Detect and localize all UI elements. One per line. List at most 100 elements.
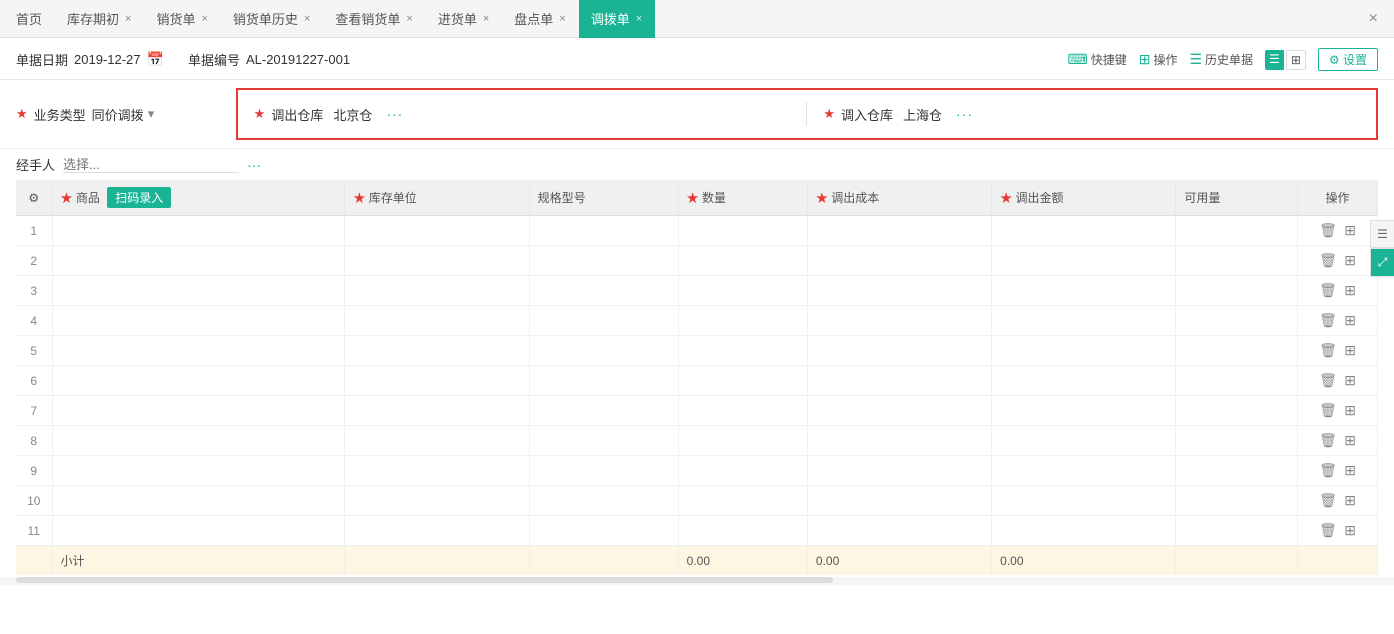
row-product-5[interactable] (52, 336, 345, 366)
row-spec-10[interactable] (529, 486, 678, 516)
row-out-amount-6[interactable] (992, 366, 1176, 396)
row-unit-9[interactable] (345, 456, 529, 486)
row-unit-11[interactable] (345, 516, 529, 546)
row-qty-4[interactable] (678, 306, 807, 336)
row-out-amount-7[interactable] (992, 396, 1176, 426)
row-out-amount-4[interactable] (992, 306, 1176, 336)
calendar-icon[interactable]: 📅 (147, 51, 164, 68)
row-out-amount-10[interactable] (992, 486, 1176, 516)
tab-inventory-check[interactable]: 盘点单 × (502, 0, 578, 38)
row-spec-6[interactable] (529, 366, 678, 396)
row-out-cost-3[interactable] (807, 276, 991, 306)
right-float-list-btn[interactable]: ☰ (1370, 220, 1394, 248)
delete-icon-row-7[interactable]: 🗑 (1319, 402, 1337, 418)
tab-sales-order[interactable]: 销货单 × (144, 0, 220, 38)
row-available-2[interactable] (1176, 246, 1298, 276)
copy-icon-row-2[interactable]: ⊞ (1344, 252, 1356, 268)
row-qty-5[interactable] (678, 336, 807, 366)
delete-icon-row-1[interactable]: 🗑 (1319, 222, 1337, 238)
row-unit-4[interactable] (345, 306, 529, 336)
row-available-11[interactable] (1176, 516, 1298, 546)
row-out-cost-5[interactable] (807, 336, 991, 366)
row-out-cost-7[interactable] (807, 396, 991, 426)
delete-icon-row-6[interactable]: 🗑 (1319, 372, 1337, 388)
window-close-button[interactable]: × (1357, 10, 1390, 28)
row-out-amount-8[interactable] (992, 426, 1176, 456)
row-qty-3[interactable] (678, 276, 807, 306)
copy-icon-row-3[interactable]: ⊞ (1344, 282, 1356, 298)
row-qty-11[interactable] (678, 516, 807, 546)
row-out-cost-10[interactable] (807, 486, 991, 516)
row-spec-9[interactable] (529, 456, 678, 486)
row-product-1[interactable] (52, 216, 345, 246)
row-qty-7[interactable] (678, 396, 807, 426)
row-spec-1[interactable] (529, 216, 678, 246)
row-qty-9[interactable] (678, 456, 807, 486)
row-product-4[interactable] (52, 306, 345, 336)
row-unit-7[interactable] (345, 396, 529, 426)
row-product-8[interactable] (52, 426, 345, 456)
right-float-expand-btn[interactable]: ⤢ (1370, 248, 1394, 277)
row-unit-1[interactable] (345, 216, 529, 246)
layout-grid-icon[interactable]: ⊞ (1286, 50, 1306, 70)
biz-type-select[interactable]: 同价调拨 ▾ (92, 105, 212, 124)
row-available-1[interactable] (1176, 216, 1298, 246)
row-spec-2[interactable] (529, 246, 678, 276)
row-unit-5[interactable] (345, 336, 529, 366)
history-doc-btn[interactable]: ☰ 历史单据 (1189, 51, 1253, 68)
delete-icon-row-8[interactable]: 🗑 (1319, 432, 1337, 448)
handler-input[interactable] (63, 157, 239, 173)
row-product-10[interactable] (52, 486, 345, 516)
row-out-amount-2[interactable] (992, 246, 1176, 276)
row-spec-3[interactable] (529, 276, 678, 306)
layout-toggle[interactable]: ☰ ⊞ (1265, 50, 1306, 70)
row-qty-10[interactable] (678, 486, 807, 516)
copy-icon-row-10[interactable]: ⊞ (1344, 492, 1356, 508)
row-qty-6[interactable] (678, 366, 807, 396)
layout-list-icon[interactable]: ☰ (1265, 50, 1284, 70)
copy-icon-row-8[interactable]: ⊞ (1344, 432, 1356, 448)
settings-button[interactable]: ⚙ 设置 (1318, 48, 1378, 71)
in-warehouse-more-btn[interactable]: ··· (956, 106, 973, 122)
row-unit-6[interactable] (345, 366, 529, 396)
row-product-6[interactable] (52, 366, 345, 396)
row-qty-1[interactable] (678, 216, 807, 246)
tab-purchase[interactable]: 进货单 × (426, 0, 502, 38)
tab-transfer[interactable]: 调拨单 × (579, 0, 655, 38)
tab-inventory-check-close[interactable]: × (559, 13, 565, 25)
row-unit-8[interactable] (345, 426, 529, 456)
row-available-6[interactable] (1176, 366, 1298, 396)
row-product-3[interactable] (52, 276, 345, 306)
row-out-amount-11[interactable] (992, 516, 1176, 546)
tab-home[interactable]: 首页 (4, 0, 55, 38)
row-out-cost-11[interactable] (807, 516, 991, 546)
row-out-cost-4[interactable] (807, 306, 991, 336)
row-out-cost-1[interactable] (807, 216, 991, 246)
tab-transfer-close[interactable]: × (636, 13, 642, 25)
row-product-11[interactable] (52, 516, 345, 546)
row-out-amount-1[interactable] (992, 216, 1176, 246)
copy-icon-row-11[interactable]: ⊞ (1344, 522, 1356, 538)
row-available-7[interactable] (1176, 396, 1298, 426)
tab-inventory-init-close[interactable]: × (125, 13, 131, 25)
row-out-cost-9[interactable] (807, 456, 991, 486)
delete-icon-row-11[interactable]: 🗑 (1319, 522, 1337, 538)
row-out-cost-8[interactable] (807, 426, 991, 456)
delete-icon-row-2[interactable]: 🗑 (1319, 252, 1337, 268)
row-spec-8[interactable] (529, 426, 678, 456)
delete-icon-row-5[interactable]: 🗑 (1319, 342, 1337, 358)
copy-icon-row-4[interactable]: ⊞ (1344, 312, 1356, 328)
out-warehouse-more-btn[interactable]: ··· (386, 106, 403, 122)
delete-icon-row-10[interactable]: 🗑 (1319, 492, 1337, 508)
row-product-2[interactable] (52, 246, 345, 276)
row-spec-4[interactable] (529, 306, 678, 336)
delete-icon-row-3[interactable]: 🗑 (1319, 282, 1337, 298)
copy-icon-row-1[interactable]: ⊞ (1344, 222, 1356, 238)
row-out-amount-5[interactable] (992, 336, 1176, 366)
horizontal-scrollbar[interactable] (16, 577, 833, 583)
row-qty-2[interactable] (678, 246, 807, 276)
shortcut-key-btn[interactable]: ⌨ 快捷键 (1067, 51, 1126, 68)
row-available-8[interactable] (1176, 426, 1298, 456)
delete-icon-row-9[interactable]: 🗑 (1319, 462, 1337, 478)
copy-icon-row-9[interactable]: ⊞ (1344, 462, 1356, 478)
